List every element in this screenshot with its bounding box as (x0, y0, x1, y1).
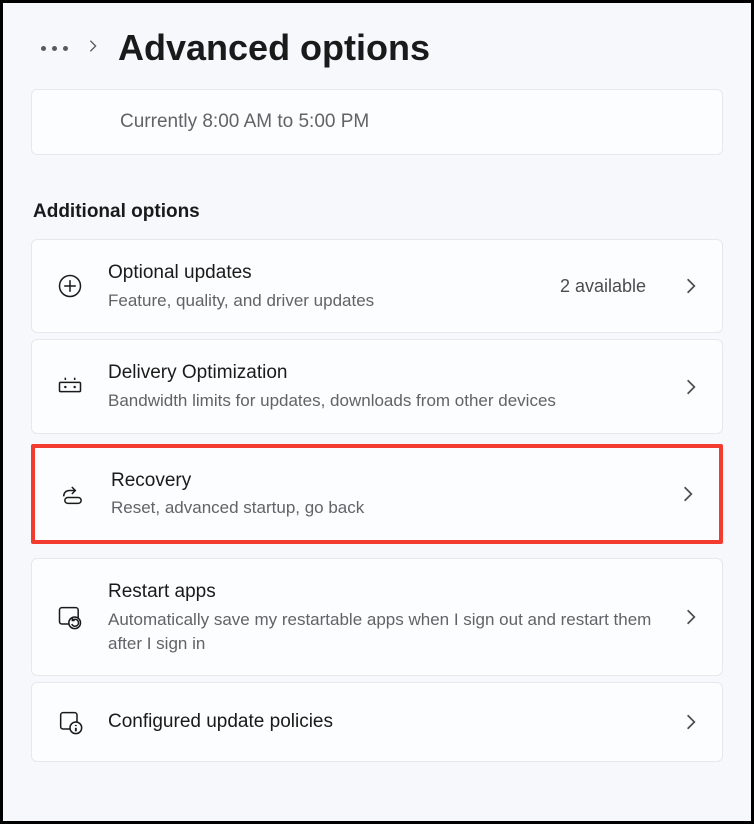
page-title: Advanced options (118, 27, 430, 69)
recovery-row[interactable]: Recovery Reset, advanced startup, go bac… (31, 444, 723, 544)
option-text: Recovery Reset, advanced startup, go bac… (111, 468, 657, 520)
delivery-icon (54, 371, 86, 403)
option-subtitle: Automatically save my restartable apps w… (108, 608, 660, 656)
chevron-right-icon (682, 277, 700, 295)
option-subtitle: Bandwidth limits for updates, downloads … (108, 389, 660, 413)
option-text: Delivery Optimization Bandwidth limits f… (108, 360, 660, 412)
policies-icon (54, 706, 86, 738)
restart-apps-row[interactable]: Restart apps Automatically save my resta… (31, 558, 723, 676)
section-heading: Additional options (33, 201, 723, 223)
chevron-right-icon (679, 485, 697, 503)
chevron-right-icon (682, 378, 700, 396)
active-hours-card[interactable]: Currently 8:00 AM to 5:00 PM (31, 89, 723, 155)
chevron-right-icon (682, 608, 700, 626)
chevron-right-icon (86, 39, 100, 58)
option-title: Optional updates (108, 260, 538, 287)
configured-policies-row[interactable]: Configured update policies (31, 682, 723, 762)
option-text: Configured update policies (108, 709, 660, 736)
option-subtitle: Feature, quality, and driver updates (108, 289, 538, 313)
restart-apps-icon (54, 601, 86, 633)
plus-circle-icon (54, 270, 86, 302)
option-subtitle: Reset, advanced startup, go back (111, 496, 657, 520)
chevron-right-icon (682, 713, 700, 731)
recovery-icon (57, 478, 89, 510)
available-count: 2 available (560, 276, 646, 297)
option-title: Recovery (111, 468, 657, 495)
option-title: Configured update policies (108, 709, 660, 736)
option-title: Delivery Optimization (108, 360, 660, 387)
ellipsis-icon[interactable] (41, 46, 68, 51)
option-title: Restart apps (108, 579, 660, 606)
active-hours-text: Currently 8:00 AM to 5:00 PM (120, 111, 369, 133)
option-text: Restart apps Automatically save my resta… (108, 579, 660, 655)
option-text: Optional updates Feature, quality, and d… (108, 260, 538, 312)
breadcrumb: Advanced options (3, 3, 751, 89)
optional-updates-row[interactable]: Optional updates Feature, quality, and d… (31, 239, 723, 333)
delivery-optimization-row[interactable]: Delivery Optimization Bandwidth limits f… (31, 339, 723, 433)
